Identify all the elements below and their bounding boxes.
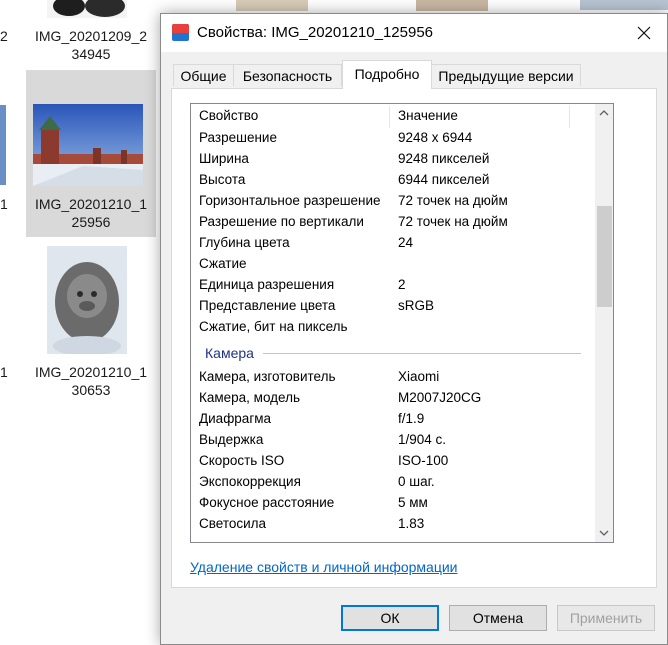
property-value: 2 (398, 277, 406, 292)
property-row[interactable]: Разрешение 9248 x 6944 (191, 128, 595, 149)
scroll-thumb[interactable] (597, 206, 612, 307)
property-name: Скорость ISO (199, 453, 285, 468)
property-name: Горизонтальное разрешение (199, 193, 381, 208)
property-value: sRGB (398, 298, 435, 313)
file-label-partial: 2 (0, 28, 8, 44)
property-name: Камера, изготовитель (199, 369, 336, 384)
property-name: Фокусное расстояние (199, 495, 335, 510)
property-row[interactable]: Скорость ISO ISO-100 (191, 451, 595, 472)
vertical-scrollbar[interactable] (595, 104, 613, 542)
property-name: Диафрагма (199, 411, 272, 426)
group-title: Камера (205, 345, 254, 361)
cancel-button[interactable]: Отмена (449, 605, 547, 631)
tab-strip: Общие Безопасность Подробно Предыдущие в… (171, 60, 657, 89)
property-name: Глубина цвета (199, 235, 290, 250)
tab-previous-versions[interactable]: Предыдущие версии (431, 64, 581, 86)
file-label[interactable]: IMG_20201209_2 34945 (26, 27, 156, 63)
group-divider (263, 353, 581, 354)
property-name: Разрешение (199, 130, 277, 145)
property-row[interactable]: Сжатие (191, 254, 595, 275)
property-row[interactable]: Экспокоррекция 0 шаг. (191, 472, 595, 493)
tab-security[interactable]: Безопасность (233, 64, 342, 86)
property-row[interactable]: Светосила 1.83 (191, 514, 595, 535)
property-row[interactable]: Глубина цвета 24 (191, 233, 595, 254)
property-value: M2007J20CG (398, 390, 482, 405)
property-row[interactable]: Диафрагма f/1.9 (191, 409, 595, 430)
apply-button[interactable]: Применить (557, 605, 655, 631)
property-name: Выдержка (199, 432, 264, 447)
close-button[interactable] (621, 14, 667, 52)
property-name: Сжатие (199, 256, 247, 271)
column-divider[interactable] (389, 106, 390, 128)
property-row[interactable]: Камера, изготовитель Xiaomi (191, 367, 595, 388)
property-value: f/1.9 (398, 411, 425, 426)
property-value: 5 мм (398, 495, 428, 510)
properties-list[interactable]: Свойство Значение Разрешение 9248 x 6944… (190, 103, 614, 543)
property-name: Разрешение по вертикали (199, 214, 364, 229)
property-value: Xiaomi (398, 369, 440, 384)
property-row[interactable]: Сжатие, бит на пиксель (191, 317, 595, 338)
thumbnail-background (416, 0, 488, 11)
tab-details[interactable]: Подробно (342, 60, 432, 89)
property-name: Светосила (199, 516, 267, 531)
thumbnail-partial (0, 105, 6, 185)
thumbnail-background (580, 0, 668, 10)
property-value: ISO-100 (398, 453, 449, 468)
property-value: 9248 x 6944 (398, 130, 473, 145)
property-name: Сжатие, бит на пиксель (199, 319, 348, 334)
list-column-header: Свойство Значение (191, 104, 595, 128)
property-value: 72 точек на дюйм (398, 193, 508, 208)
image-file-icon (172, 24, 189, 41)
column-divider[interactable] (569, 106, 570, 128)
chevron-down-icon (599, 530, 609, 536)
file-label[interactable]: IMG_20201210_1 30653 (26, 363, 156, 399)
properties-dialog: Свойства: IMG_20201210_125956 Общие Безо… (160, 13, 668, 645)
property-row[interactable]: Камера, модель M2007J20CG (191, 388, 595, 409)
property-value: 0 шаг. (398, 474, 435, 489)
dialog-title: Свойства: IMG_20201210_125956 (197, 24, 434, 41)
ok-button[interactable]: ОК (341, 605, 439, 631)
scroll-up-button[interactable] (595, 104, 613, 122)
close-icon (637, 26, 651, 40)
property-name: Высота (199, 172, 246, 187)
property-row[interactable]: Высота 6944 пикселей (191, 170, 595, 191)
title-bar[interactable]: Свойства: IMG_20201210_125956 (161, 14, 667, 52)
property-value: 9248 пикселей (398, 151, 490, 166)
property-name: Экспокоррекция (199, 474, 301, 489)
property-value: 24 (398, 235, 414, 250)
tab-general[interactable]: Общие (173, 64, 234, 86)
chevron-up-icon (599, 110, 609, 116)
thumbnail-file-3[interactable] (47, 246, 127, 354)
column-header-value[interactable]: Значение (398, 108, 458, 123)
file-label[interactable]: IMG_20201210_1 25956 (26, 195, 156, 231)
thumbnail-file-2[interactable] (33, 104, 143, 186)
property-value: 6944 пикселей (398, 172, 490, 187)
scroll-down-button[interactable] (595, 524, 613, 542)
property-value: 1.83 (398, 516, 425, 531)
property-row[interactable]: Горизонтальное разрешение 72 точек на дю… (191, 191, 595, 212)
thumbnail-file-1[interactable] (47, 0, 127, 18)
property-row[interactable]: Разрешение по вертикали 72 точек на дюйм (191, 212, 595, 233)
remove-properties-link[interactable]: Удаление свойств и личной информации (190, 559, 458, 575)
group-header-camera[interactable]: Камера (191, 341, 595, 365)
file-label-partial: 1 (0, 364, 8, 380)
property-row[interactable]: Ширина 9248 пикселей (191, 149, 595, 170)
property-row[interactable]: Единица разрешения 2 (191, 275, 595, 296)
property-name: Камера, модель (199, 390, 301, 405)
file-label-partial: 1 (0, 196, 8, 212)
property-row[interactable]: Представление цвета sRGB (191, 296, 595, 317)
column-header-property[interactable]: Свойство (199, 108, 258, 123)
property-name: Ширина (199, 151, 249, 166)
property-name: Представление цвета (199, 298, 336, 313)
property-value: 72 точек на дюйм (398, 214, 508, 229)
thumbnail-background (236, 0, 308, 11)
property-row[interactable]: Фокусное расстояние 5 мм (191, 493, 595, 514)
property-row[interactable]: Выдержка 1/904 с. (191, 430, 595, 451)
property-value: 1/904 с. (398, 432, 447, 447)
property-name: Единица разрешения (199, 277, 335, 292)
details-panel: Свойство Значение Разрешение 9248 x 6944… (171, 88, 657, 588)
